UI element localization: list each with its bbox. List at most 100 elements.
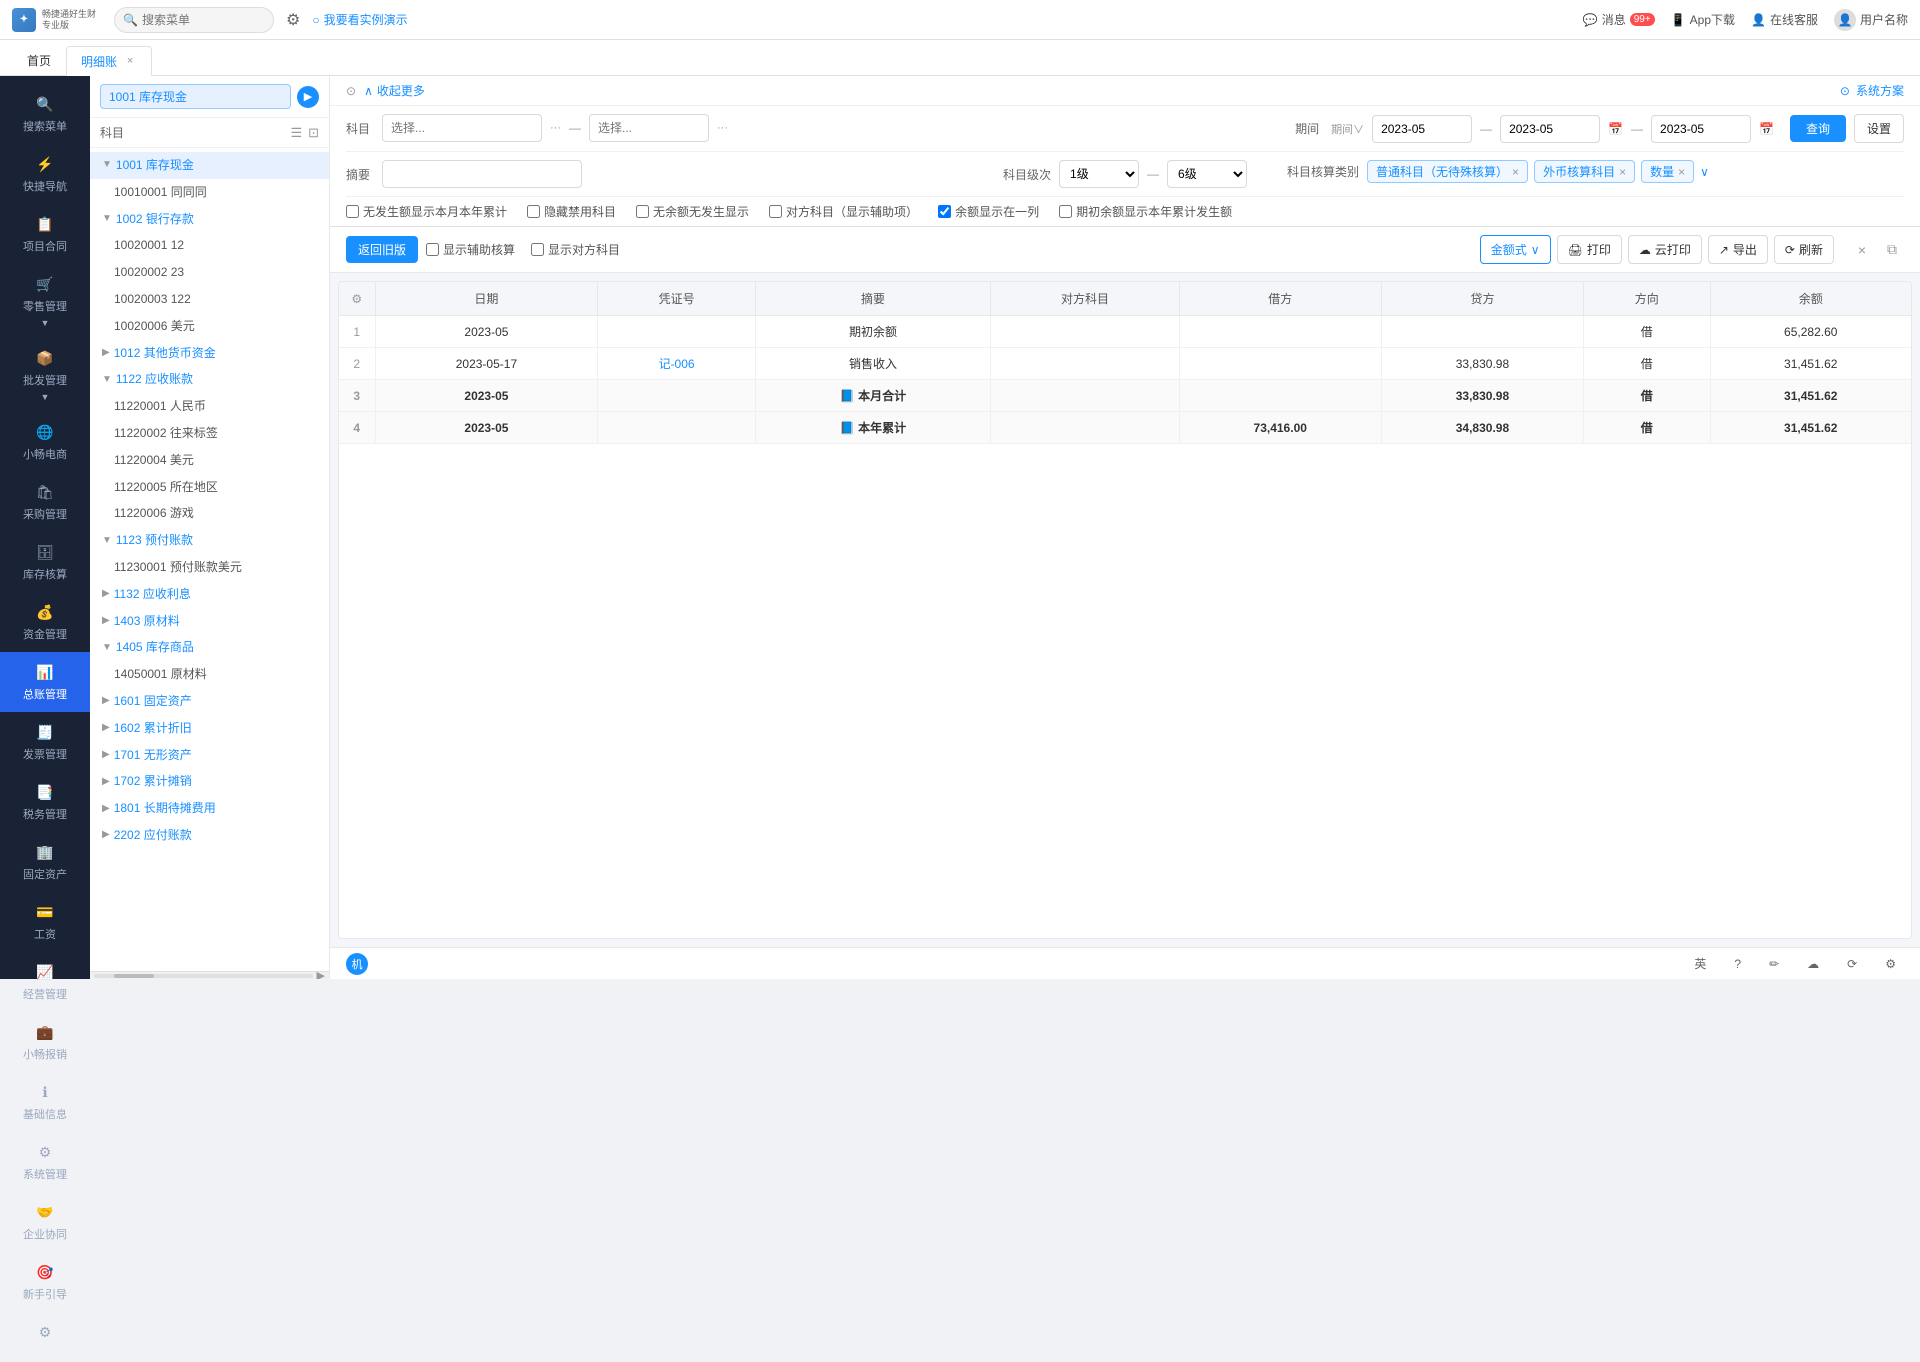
- sidebar-item-capital[interactable]: 💰 资金管理: [0, 592, 90, 652]
- online-service-btn[interactable]: 👤 在线客服: [1751, 11, 1818, 28]
- tree-item-11220006[interactable]: 11220006 游戏: [90, 500, 329, 527]
- calendar-end-icon[interactable]: 📅: [1759, 122, 1774, 136]
- expand-more-btn[interactable]: ∧ 收起更多: [364, 82, 425, 99]
- level-from-select[interactable]: 1级 2级 3级: [1059, 160, 1139, 188]
- cb-opposite-input[interactable]: [769, 205, 782, 218]
- subject-input[interactable]: [382, 114, 542, 142]
- tree-item-1123[interactable]: ▼ 1123 预付账款: [90, 527, 329, 554]
- sidebar-item-tax[interactable]: 📑 税务管理: [0, 772, 90, 832]
- tree-item-1012[interactable]: ▶ 1012 其他货币资金: [90, 340, 329, 367]
- voucher-link-2[interactable]: 记-006: [659, 357, 695, 371]
- settings-status-btn[interactable]: ⚙: [1877, 954, 1904, 974]
- scheme-link[interactable]: ⊙: [1840, 84, 1850, 98]
- subject-more-btn[interactable]: ···: [550, 122, 561, 134]
- cb-balance-single[interactable]: 余额显示在一列: [938, 203, 1039, 220]
- query-btn[interactable]: 查询: [1790, 115, 1846, 142]
- level-to-select[interactable]: 6级 5级 4级: [1167, 160, 1247, 188]
- sidebar-item-inventory[interactable]: 🗄 库存核算: [0, 532, 90, 592]
- cb-show-opposite[interactable]: 显示对方科目: [531, 241, 620, 258]
- subject-end-input[interactable]: [589, 114, 709, 142]
- tree-item-11220002[interactable]: 11220002 往来标签: [90, 420, 329, 447]
- sidebar-item-system[interactable]: ⚙ 系统管理: [0, 1132, 90, 1192]
- cb-hide-disable[interactable]: 隐藏禁用科目: [527, 203, 616, 220]
- cb-no-balance-input[interactable]: [636, 205, 649, 218]
- period-type-select[interactable]: 期间∨: [1331, 121, 1364, 137]
- scheme-label[interactable]: 系统方案: [1856, 82, 1904, 99]
- cb-show-opposite-input[interactable]: [531, 243, 544, 256]
- calendar-start-icon[interactable]: 📅: [1608, 122, 1623, 136]
- subject-tag[interactable]: 1001 库存现金: [100, 84, 291, 109]
- amount-style-btn[interactable]: 金额式 ∨: [1480, 235, 1551, 264]
- sidebar-item-purchase[interactable]: 🛍 采购管理: [0, 472, 90, 532]
- sidebar-item-retail[interactable]: 🛒 零售管理 ▼: [0, 264, 90, 338]
- restore-window-btn[interactable]: ⧉: [1880, 238, 1904, 262]
- sidebar-item-ecommerce[interactable]: 🌐 小畅电商: [0, 412, 90, 472]
- user-menu[interactable]: 👤 用户名称: [1834, 9, 1908, 31]
- cloud-btn[interactable]: ☁: [1799, 954, 1827, 974]
- filter-tag-close-0[interactable]: ×: [1512, 165, 1519, 179]
- tree-item-1601[interactable]: ▶ 1601 固定资产: [90, 688, 329, 715]
- settings-icon[interactable]: ⚙: [286, 10, 300, 30]
- sidebar-item-invoice[interactable]: 🧾 发票管理: [0, 712, 90, 772]
- tree-item-11220004[interactable]: 11220004 美元: [90, 447, 329, 474]
- sidebar-item-operations[interactable]: 📈 经营管理: [0, 952, 90, 1012]
- tree-item-10010001[interactable]: 10010001 同同同: [90, 179, 329, 206]
- refresh-btn[interactable]: ⟳ 刷新: [1774, 235, 1834, 264]
- subject-end-more-btn[interactable]: ···: [717, 122, 728, 134]
- tree-item-1405[interactable]: ▼ 1405 库存商品: [90, 634, 329, 661]
- sidebar-item-ledger[interactable]: 📊 总账管理: [0, 652, 90, 712]
- cb-balance-single-input[interactable]: [938, 205, 951, 218]
- cb-no-balance[interactable]: 无余额无发生显示: [636, 203, 749, 220]
- menu-search-bar[interactable]: 🔍: [114, 7, 274, 33]
- tree-item-11230001[interactable]: 11230001 预付账款美元: [90, 554, 329, 581]
- lang-btn[interactable]: 英: [1686, 952, 1714, 975]
- print-btn[interactable]: 🖨 打印: [1557, 235, 1622, 264]
- tree-item-14050001[interactable]: 14050001 原材料: [90, 661, 329, 688]
- edit-btn[interactable]: ✏: [1761, 954, 1787, 974]
- tree-item-1132[interactable]: ▶ 1132 应收利息: [90, 581, 329, 608]
- cb-show-auxiliary-input[interactable]: [426, 243, 439, 256]
- cb-no-occur[interactable]: 无发生额显示本月本年累计: [346, 203, 507, 220]
- export-btn[interactable]: ↗ 导出: [1708, 235, 1768, 264]
- bot-icon[interactable]: 机: [346, 953, 368, 975]
- filter-tag-close-1[interactable]: ×: [1619, 165, 1626, 179]
- tree-item-1001[interactable]: ▼ 1001 库存现金: [90, 152, 329, 179]
- tree-item-11220001[interactable]: 11220001 人民币: [90, 393, 329, 420]
- tree-item-11220005[interactable]: 11220005 所在地区: [90, 474, 329, 501]
- cb-period-display-input[interactable]: [1059, 205, 1072, 218]
- expand-icon[interactable]: ⊡: [308, 125, 319, 141]
- cb-opposite[interactable]: 对方科目（显示辅助项）: [769, 203, 918, 220]
- tree-item-1122[interactable]: ▼ 1122 应收账款: [90, 366, 329, 393]
- period-end-input2[interactable]: [1651, 115, 1751, 143]
- cb-no-occur-input[interactable]: [346, 205, 359, 218]
- tree-item-1602[interactable]: ▶ 1602 累计折旧: [90, 715, 329, 742]
- sidebar-item-guide[interactable]: 🎯 新手引导: [0, 1252, 90, 1312]
- subject-nav-btn[interactable]: ▶: [297, 86, 319, 108]
- tree-item-1801[interactable]: ▶ 1801 长期待摊费用: [90, 795, 329, 822]
- cb-show-auxiliary[interactable]: 显示辅助核算: [426, 241, 515, 258]
- tree-item-10020001[interactable]: 10020001 12: [90, 232, 329, 259]
- sidebar-item-settings[interactable]: ⚙: [0, 1312, 90, 1352]
- tree-item-10020006[interactable]: 10020006 美元: [90, 313, 329, 340]
- cloud-print-btn[interactable]: ☁ 云打印: [1628, 235, 1702, 264]
- tree-item-10020003[interactable]: 10020003 122: [90, 286, 329, 313]
- tree-item-1403[interactable]: ▶ 1403 原材料: [90, 608, 329, 635]
- sidebar-item-basic[interactable]: ℹ 基础信息: [0, 1072, 90, 1132]
- sidebar-item-cooperation[interactable]: 🤝 企业协同: [0, 1192, 90, 1252]
- app-download-btn[interactable]: 📱 App下载: [1671, 11, 1735, 28]
- sync-btn[interactable]: ⟳: [1839, 954, 1865, 974]
- tab-close-icon[interactable]: ×: [123, 54, 137, 68]
- settings-btn[interactable]: 设置: [1854, 114, 1904, 143]
- tab-home[interactable]: 首页: [12, 45, 66, 75]
- horizontal-scrollbar[interactable]: ▶: [90, 971, 329, 979]
- tree-item-2202[interactable]: ▶ 2202 应付账款: [90, 822, 329, 849]
- close-window-btn[interactable]: ×: [1850, 238, 1874, 262]
- summary-input[interactable]: [382, 160, 582, 188]
- tree-item-10020002[interactable]: 10020002 23: [90, 259, 329, 286]
- return-old-btn[interactable]: 返回旧版: [346, 236, 418, 263]
- cb-period-display[interactable]: 期初余额显示本年累计发生额: [1059, 203, 1232, 220]
- sidebar-item-assets[interactable]: 🏢 固定资产: [0, 832, 90, 892]
- tree-item-1701[interactable]: ▶ 1701 无形资产: [90, 742, 329, 769]
- help-btn[interactable]: ?: [1726, 954, 1749, 974]
- tree-item-1002[interactable]: ▼ 1002 银行存款: [90, 206, 329, 233]
